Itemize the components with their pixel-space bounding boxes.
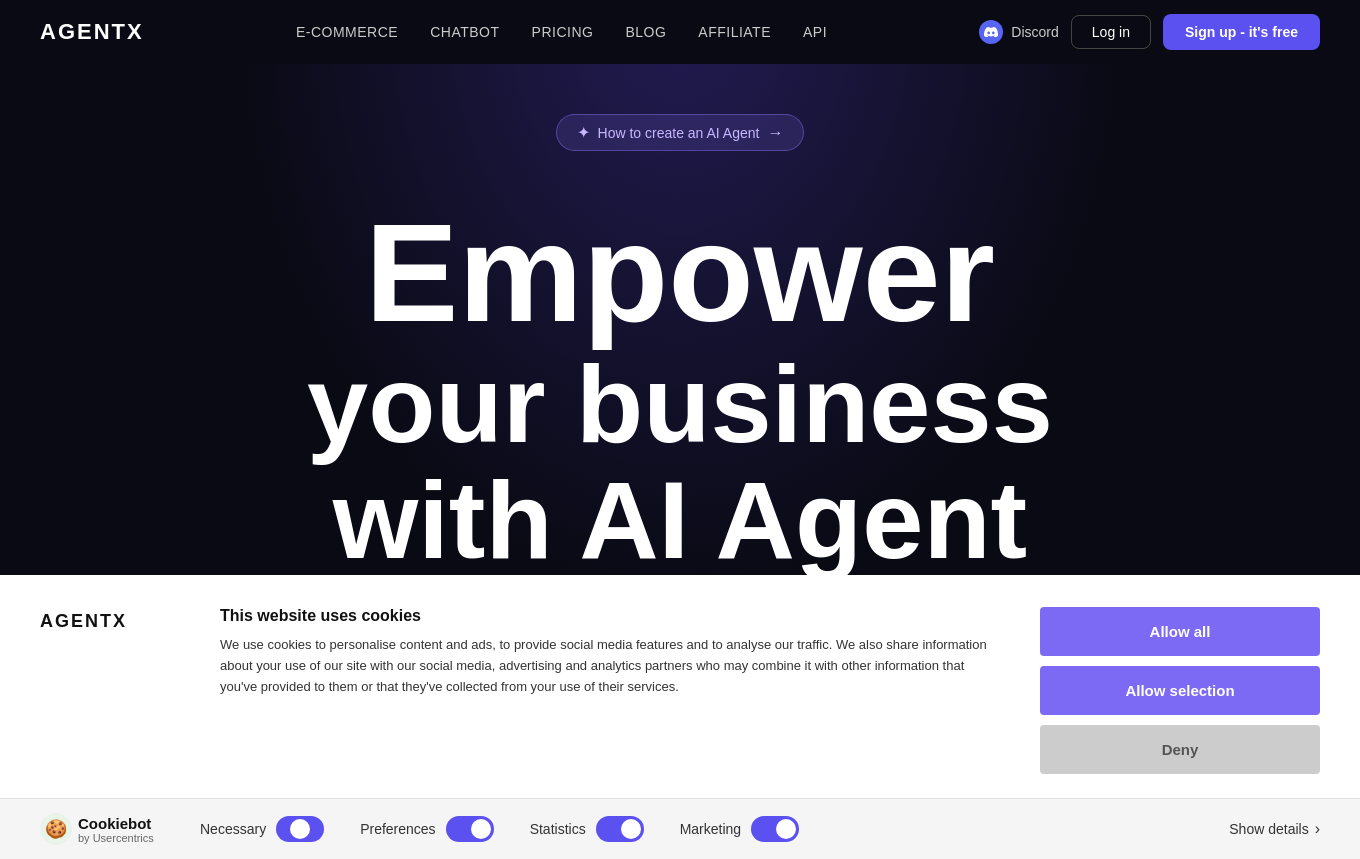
- cookie-footer: 🍪 Cookiebot by Usercentrics Necessary: [0, 798, 1360, 859]
- hero-line1: Empower: [307, 199, 1053, 346]
- hero-section: ✦ How to create an AI Agent → Empower yo…: [0, 64, 1360, 577]
- hero-line3: with AI Agent: [307, 462, 1053, 578]
- nav-link-affiliate[interactable]: AFFILIATE: [698, 24, 771, 40]
- toggle-preferences[interactable]: [446, 816, 494, 842]
- nav-logo: AGENTX: [40, 19, 144, 45]
- discord-icon: [979, 20, 1003, 44]
- arrow-icon: →: [767, 124, 783, 142]
- nav-link-pricing[interactable]: PRICING: [532, 24, 594, 40]
- hero-badge[interactable]: ✦ How to create an AI Agent →: [556, 114, 805, 151]
- cookie-buttons: Allow all Allow selection Deny: [1040, 607, 1320, 774]
- discord-label: Discord: [1011, 24, 1058, 40]
- category-preferences-label: Preferences: [360, 821, 435, 837]
- cookie-main: AGENTX This website uses cookies We use …: [0, 575, 1360, 798]
- nav-links: E-COMMERCE CHATBOT PRICING BLOG AFFILIAT…: [296, 24, 827, 40]
- hero-badge-text: How to create an AI Agent: [598, 125, 760, 141]
- category-preferences: Preferences: [360, 816, 493, 842]
- hero-line2: your business: [307, 346, 1053, 462]
- nav-link-chatbot[interactable]: CHATBOT: [430, 24, 499, 40]
- category-necessary-label: Necessary: [200, 821, 266, 837]
- cookie-logo-area: AGENTX: [40, 607, 180, 774]
- category-statistics-label: Statistics: [530, 821, 586, 837]
- navbar: AGENTX E-COMMERCE CHATBOT PRICING BLOG A…: [0, 0, 1360, 64]
- category-marketing-label: Marketing: [680, 821, 741, 837]
- toggle-necessary[interactable]: [276, 816, 324, 842]
- login-button[interactable]: Log in: [1071, 15, 1151, 49]
- cookiebot-icon: 🍪: [40, 813, 72, 845]
- nav-actions: Discord Log in Sign up - it's free: [979, 14, 1320, 50]
- nav-link-blog[interactable]: BLOG: [625, 24, 666, 40]
- category-marketing: Marketing: [680, 816, 799, 842]
- discord-button[interactable]: Discord: [979, 20, 1058, 44]
- show-details[interactable]: Show details ›: [1229, 820, 1320, 838]
- allow-all-button[interactable]: Allow all: [1040, 607, 1320, 656]
- cookie-body-text: We use cookies to personalise content an…: [220, 635, 1000, 697]
- cookie-logo: AGENTX: [40, 611, 127, 632]
- hero-title: Empower your business with AI Agent: [307, 199, 1053, 577]
- nav-link-ecommerce[interactable]: E-COMMERCE: [296, 24, 398, 40]
- cookie-title: This website uses cookies: [220, 607, 1000, 625]
- cookie-content: This website uses cookies We use cookies…: [220, 607, 1000, 774]
- toggle-statistics[interactable]: [596, 816, 644, 842]
- show-details-label: Show details: [1229, 821, 1308, 837]
- category-statistics: Statistics: [530, 816, 644, 842]
- cookiebot-logo: 🍪 Cookiebot by Usercentrics: [40, 813, 160, 845]
- cookie-categories: Necessary Preferences Statistics: [200, 816, 1189, 842]
- show-details-arrow-icon: ›: [1315, 820, 1320, 838]
- sparkle-icon: ✦: [577, 123, 590, 142]
- cookiebot-sub: by Usercentrics: [78, 832, 154, 844]
- deny-button[interactable]: Deny: [1040, 725, 1320, 774]
- allow-selection-button[interactable]: Allow selection: [1040, 666, 1320, 715]
- signup-button[interactable]: Sign up - it's free: [1163, 14, 1320, 50]
- category-necessary: Necessary: [200, 816, 324, 842]
- cookie-consent: AGENTX This website uses cookies We use …: [0, 575, 1360, 859]
- nav-link-api[interactable]: API: [803, 24, 827, 40]
- cookiebot-name: Cookiebot: [78, 815, 154, 832]
- toggle-marketing[interactable]: [751, 816, 799, 842]
